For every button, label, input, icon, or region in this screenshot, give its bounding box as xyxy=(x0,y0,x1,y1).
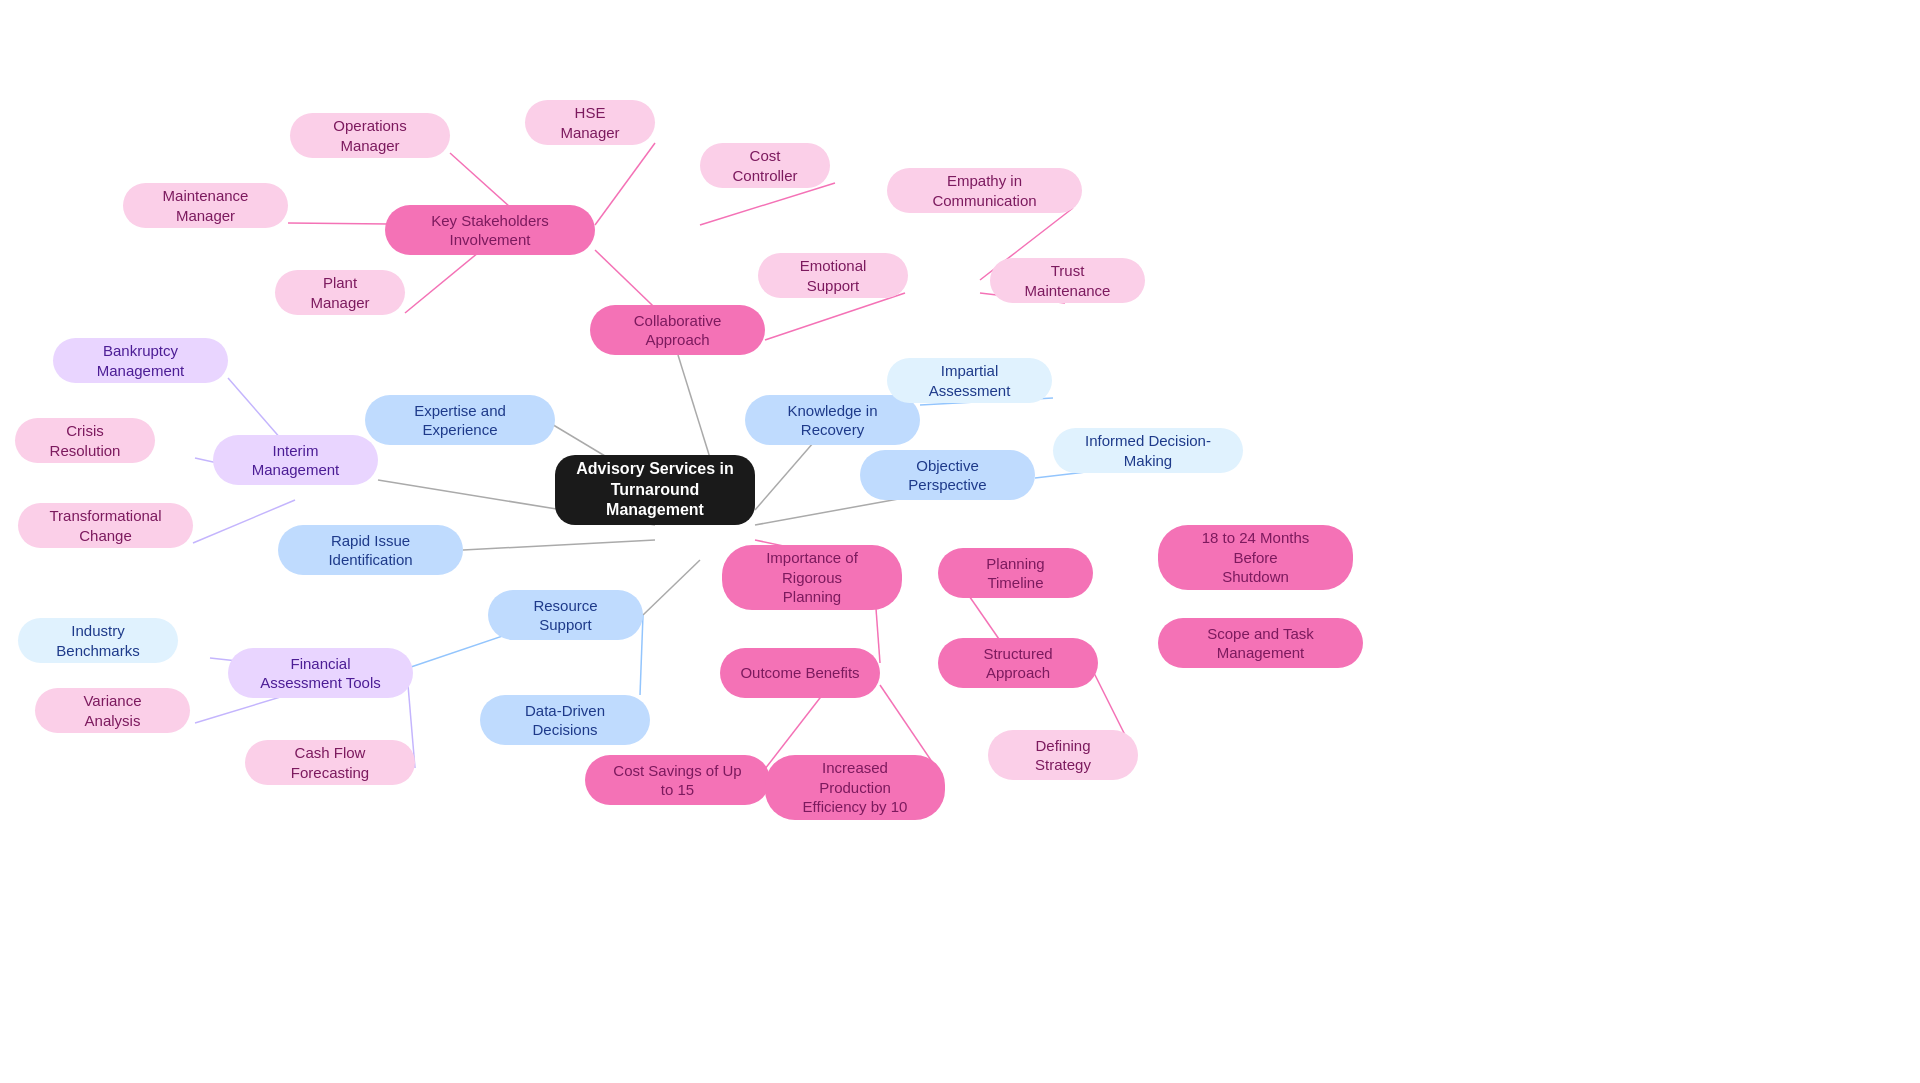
knowledge-node[interactable]: Knowledge in Recovery xyxy=(745,395,920,445)
trust-label: Trust Maintenance xyxy=(1010,261,1125,300)
operations-manager-label: Operations Manager xyxy=(310,116,430,155)
svg-line-9 xyxy=(595,143,655,225)
structured-approach-label: Structured Approach xyxy=(958,644,1078,683)
outcome-benefits-node[interactable]: Outcome Benefits xyxy=(720,648,880,698)
importance-planning-node[interactable]: Importance of Rigorous Planning xyxy=(722,545,902,610)
knowledge-label: Knowledge in Recovery xyxy=(765,401,900,440)
collaborative-label: Collaborative Approach xyxy=(610,311,745,350)
plant-manager-node[interactable]: Plant Manager xyxy=(275,270,405,315)
outcome-benefits-label: Outcome Benefits xyxy=(740,663,859,683)
interim-label: Interim Management xyxy=(233,441,358,480)
svg-line-13 xyxy=(700,183,835,225)
defining-strategy-label: Defining Strategy xyxy=(1008,736,1118,775)
cost-savings-node[interactable]: Cost Savings of Up to 15 xyxy=(585,755,770,805)
cash-flow-node[interactable]: Cash Flow Forecasting xyxy=(245,740,415,785)
planning-timeline-node[interactable]: Planning Timeline xyxy=(938,548,1093,598)
cost-controller-label: Cost Controller xyxy=(720,146,810,185)
data-driven-label: Data-Driven Decisions xyxy=(500,701,630,740)
informed-decision-label: Informed Decision-Making xyxy=(1073,431,1223,470)
variance-node[interactable]: Variance Analysis xyxy=(35,688,190,733)
center-node[interactable]: Advisory Services in Turnaround Manageme… xyxy=(555,455,755,525)
increased-production-node[interactable]: Increased Production Efficiency by 10 xyxy=(765,755,945,820)
industry-benchmarks-label: Industry Benchmarks xyxy=(38,621,158,660)
maintenance-manager-node[interactable]: Maintenance Manager xyxy=(123,183,288,228)
cost-controller-node[interactable]: Cost Controller xyxy=(700,143,830,188)
informed-decision-node[interactable]: Informed Decision-Making xyxy=(1053,428,1243,473)
bankruptcy-node[interactable]: Bankruptcy Management xyxy=(53,338,228,383)
key-stakeholders-node[interactable]: Key Stakeholders Involvement xyxy=(385,205,595,255)
crisis-node[interactable]: Crisis Resolution xyxy=(15,418,155,463)
industry-benchmarks-node[interactable]: Industry Benchmarks xyxy=(18,618,178,663)
emotional-support-node[interactable]: Emotional Support xyxy=(758,253,908,298)
data-driven-node[interactable]: Data-Driven Decisions xyxy=(480,695,650,745)
impartial-node[interactable]: Impartial Assessment xyxy=(887,358,1052,403)
structured-approach-node[interactable]: Structured Approach xyxy=(938,638,1098,688)
crisis-label: Crisis Resolution xyxy=(35,421,135,460)
18to24-node[interactable]: 18 to 24 Months Before Shutdown xyxy=(1158,525,1353,590)
financial-assessment-node[interactable]: Financial Assessment Tools xyxy=(228,648,413,698)
operations-manager-node[interactable]: Operations Manager xyxy=(290,113,450,158)
objective-node[interactable]: Objective Perspective xyxy=(860,450,1035,500)
hse-manager-node[interactable]: HSE Manager xyxy=(525,100,655,145)
svg-line-21 xyxy=(193,500,295,543)
18to24-label: 18 to 24 Months Before Shutdown xyxy=(1178,528,1333,587)
expertise-node[interactable]: Expertise and Experience xyxy=(365,395,555,445)
cash-flow-label: Cash Flow Forecasting xyxy=(265,743,395,782)
plant-manager-label: Plant Manager xyxy=(295,273,385,312)
expertise-label: Expertise and Experience xyxy=(385,401,535,440)
objective-label: Objective Perspective xyxy=(880,456,1015,495)
increased-production-label: Increased Production Efficiency by 10 xyxy=(785,758,925,817)
variance-label: Variance Analysis xyxy=(55,691,170,730)
resource-support-label: Resource Support xyxy=(508,596,623,635)
empathy-label: Empathy in Communication xyxy=(907,171,1062,210)
key-stakeholders-label: Key Stakeholders Involvement xyxy=(405,211,575,250)
rapid-issue-node[interactable]: Rapid Issue Identification xyxy=(278,525,463,575)
emotional-support-label: Emotional Support xyxy=(778,256,888,295)
svg-line-14 xyxy=(765,293,905,340)
scope-task-label: Scope and Task Management xyxy=(1178,624,1343,663)
cost-savings-label: Cost Savings of Up to 15 xyxy=(605,761,750,800)
defining-strategy-node[interactable]: Defining Strategy xyxy=(988,730,1138,780)
importance-planning-label: Importance of Rigorous Planning xyxy=(742,548,882,607)
financial-assessment-label: Financial Assessment Tools xyxy=(248,654,393,693)
interim-node[interactable]: Interim Management xyxy=(213,435,378,485)
scope-task-node[interactable]: Scope and Task Management xyxy=(1158,618,1363,668)
svg-line-6 xyxy=(643,560,700,615)
empathy-node[interactable]: Empathy in Communication xyxy=(887,168,1082,213)
maintenance-manager-label: Maintenance Manager xyxy=(143,186,268,225)
svg-line-26 xyxy=(640,615,643,695)
center-label: Advisory Services in Turnaround Manageme… xyxy=(575,459,735,521)
impartial-label: Impartial Assessment xyxy=(907,361,1032,400)
transformational-node[interactable]: Transformational Change xyxy=(18,503,193,548)
transformational-label: Transformational Change xyxy=(38,506,173,545)
bankruptcy-label: Bankruptcy Management xyxy=(73,341,208,380)
hse-manager-label: HSE Manager xyxy=(545,103,635,142)
rapid-issue-label: Rapid Issue Identification xyxy=(298,531,443,570)
svg-line-5 xyxy=(463,540,655,550)
trust-node[interactable]: Trust Maintenance xyxy=(990,258,1145,303)
planning-timeline-label: Planning Timeline xyxy=(958,554,1073,593)
collaborative-node[interactable]: Collaborative Approach xyxy=(590,305,765,355)
resource-support-node[interactable]: Resource Support xyxy=(488,590,643,640)
